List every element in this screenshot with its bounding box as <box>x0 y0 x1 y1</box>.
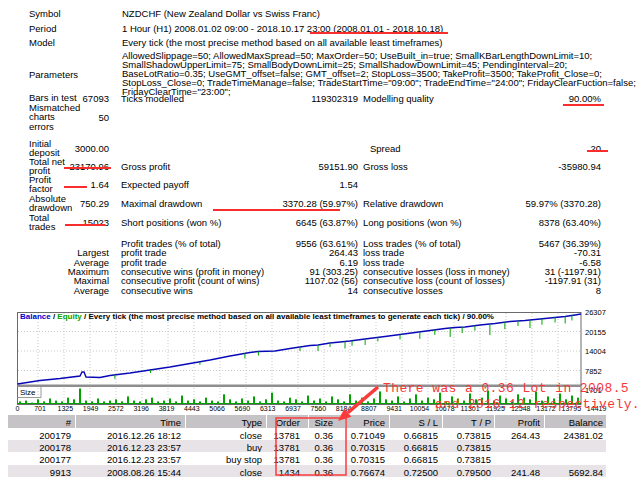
red-underline <box>587 150 608 152</box>
red-underline <box>213 209 340 211</box>
strategy-tester-report: Symbol NZDCHF (New Zealand Dollar vs Swi… <box>0 0 640 480</box>
annotation-text-line2: and 2016.12 respectively. <box>435 397 640 412</box>
red-underline <box>310 32 448 34</box>
red-arrow-shaft <box>348 387 378 413</box>
red-underline <box>65 224 105 226</box>
annotation-text-line1: There was a 0.36 Lot in 2008.5 <box>383 381 629 396</box>
red-underline <box>64 186 87 188</box>
red-highlight-box <box>276 418 346 475</box>
red-underline <box>563 104 604 106</box>
red-underline <box>64 167 111 169</box>
